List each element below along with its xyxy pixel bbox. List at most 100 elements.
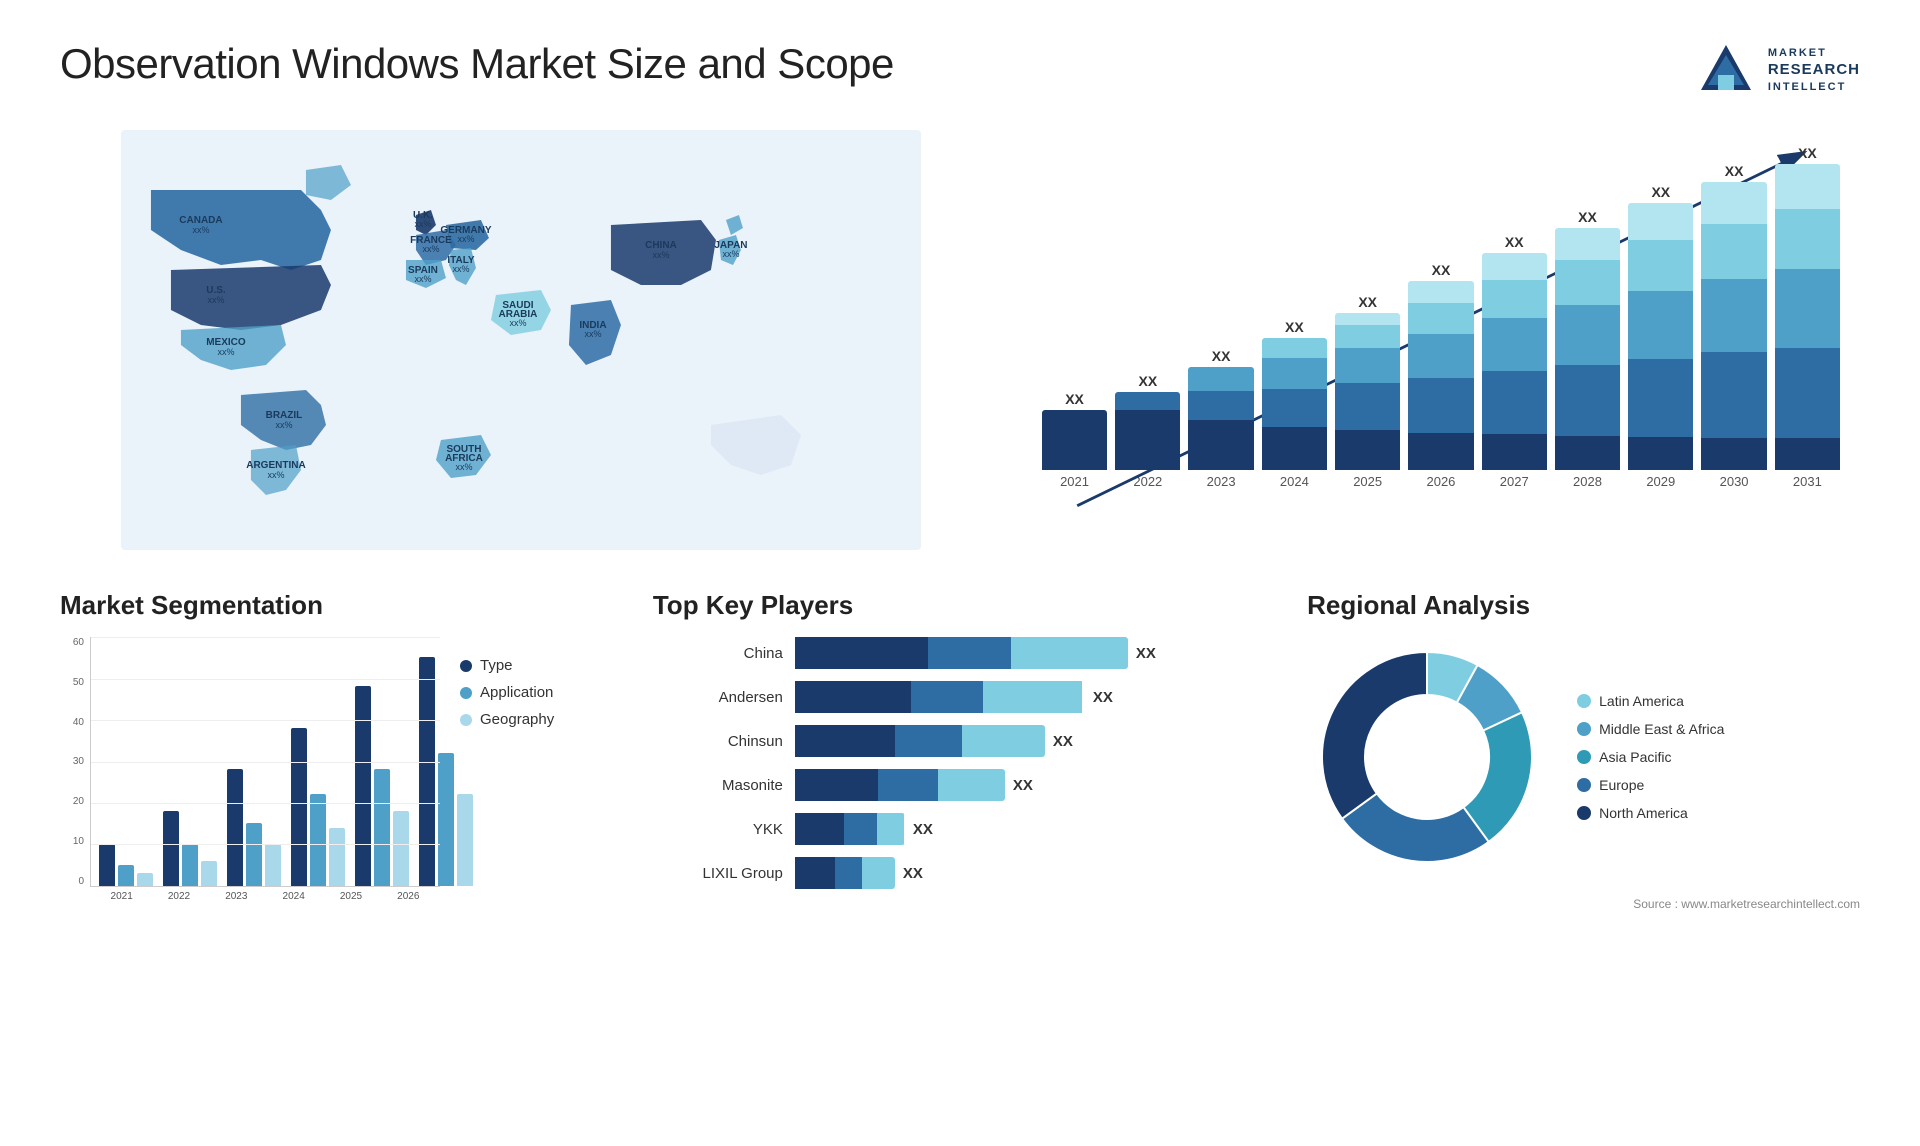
player-row: YKKXX — [653, 813, 1267, 845]
world-map: CANADA xx% U.S. xx% MEXICO xx% BRAZIL xx… — [60, 130, 982, 550]
player-bar-label: XX — [1136, 645, 1156, 662]
svg-text:xx%: xx% — [267, 470, 284, 480]
reg-legend-item: North America — [1577, 805, 1724, 821]
bar-top-label-2028: XX — [1578, 209, 1597, 225]
player-bar-segment — [962, 725, 1045, 757]
seg-legend-label: Application — [480, 684, 553, 701]
seg-legend-item: Geography — [460, 711, 554, 728]
seg-legend: Type Application Geography — [460, 657, 554, 728]
bar-segment — [1482, 280, 1547, 318]
seg-group-2021 — [99, 844, 153, 886]
bar-top-label-2022: XX — [1138, 373, 1157, 389]
bar-segment — [1555, 228, 1620, 260]
bar-stack-2024 — [1262, 338, 1327, 470]
regional-title: Regional Analysis — [1307, 590, 1860, 621]
player-bar-label: XX — [913, 821, 933, 838]
reg-legend-dot — [1577, 694, 1591, 708]
player-bar — [795, 857, 895, 889]
player-bar-segment — [895, 725, 963, 757]
seg-group-2023 — [227, 769, 281, 886]
bar-segment — [1628, 437, 1693, 470]
bar-segment — [1775, 209, 1840, 269]
bar-segment — [1775, 164, 1840, 209]
svg-text:xx%: xx% — [414, 219, 431, 229]
player-bar-segment — [795, 769, 878, 801]
bar-top-label-2023: XX — [1212, 348, 1231, 364]
bar-segment — [1628, 359, 1693, 437]
page-container: Observation Windows Market Size and Scop… — [0, 0, 1920, 1146]
svg-text:xx%: xx% — [414, 274, 431, 284]
bar-segment — [1482, 318, 1547, 371]
bar-x-label-2027: 2027 — [1482, 474, 1547, 489]
seg-legend-label: Type — [480, 657, 513, 674]
player-bar-segment — [1011, 637, 1128, 669]
player-bar-segment — [795, 681, 911, 713]
donut-chart — [1307, 637, 1547, 877]
logo-line3: INTELLECT — [1768, 80, 1860, 94]
svg-text:xx%: xx% — [652, 250, 669, 260]
reg-legend-label: Middle East & Africa — [1599, 721, 1724, 737]
bar-stack-2030 — [1701, 182, 1766, 470]
bar-segment — [1555, 305, 1620, 366]
bar-segment — [1701, 224, 1766, 279]
bar-x-label-2026: 2026 — [1408, 474, 1473, 489]
seg-bar — [291, 728, 307, 886]
seg-title: Market Segmentation — [60, 590, 613, 621]
bar-segment — [1115, 392, 1180, 410]
bar-segment — [1188, 420, 1253, 470]
bar-stack-2021 — [1042, 410, 1107, 470]
svg-text:xx%: xx% — [192, 225, 209, 235]
player-bar-segment — [862, 857, 895, 889]
seg-bar — [99, 844, 115, 886]
reg-legend-item: Asia Pacific — [1577, 749, 1724, 765]
bar-segment — [1262, 427, 1327, 470]
bar-segment — [1628, 203, 1693, 240]
seg-bar — [163, 811, 179, 886]
bar-group-2021: XX — [1042, 391, 1107, 470]
player-bar-segment — [795, 813, 845, 845]
player-row: ChinsunXX — [653, 725, 1267, 757]
bar-segment — [1262, 358, 1327, 388]
page-title: Observation Windows Market Size and Scop… — [60, 40, 894, 88]
bar-segment — [1408, 378, 1473, 433]
bar-stack-2026 — [1408, 281, 1473, 470]
player-name: LIXIL Group — [653, 865, 783, 882]
reg-legend-label: Latin America — [1599, 693, 1684, 709]
seg-bar — [265, 844, 281, 886]
seg-x-label-2026: 2026 — [385, 891, 432, 902]
reg-legend-label: Europe — [1599, 777, 1644, 793]
player-bar-wrap: XX — [795, 857, 1267, 889]
seg-bar — [393, 811, 409, 886]
seg-bar — [438, 753, 454, 886]
player-bar-segment — [844, 813, 877, 845]
bar-group-2024: XX — [1262, 319, 1327, 470]
bar-segment — [1482, 371, 1547, 434]
seg-group-2026 — [419, 657, 473, 886]
bar-segment — [1628, 240, 1693, 291]
bar-segment — [1701, 279, 1766, 351]
player-bar-segment — [878, 769, 938, 801]
bar-stack-2025 — [1335, 313, 1400, 470]
player-name: Andersen — [653, 689, 783, 706]
bar-segment — [1701, 182, 1766, 224]
bar-x-label-2031: 2031 — [1775, 474, 1840, 489]
seg-y-label-40: 40 — [73, 717, 84, 728]
players-title: Top Key Players — [653, 590, 1267, 621]
reg-legend-item: Europe — [1577, 777, 1724, 793]
logo-area: MARKET RESEARCH INTELLECT — [1696, 40, 1860, 100]
reg-legend-dot — [1577, 722, 1591, 736]
seg-bar — [137, 873, 153, 886]
bar-segment — [1408, 303, 1473, 334]
regional-legend: Latin America Middle East & Africa Asia Pa… — [1577, 693, 1724, 821]
seg-y-label-30: 30 — [73, 756, 84, 767]
logo-text: MARKET RESEARCH INTELLECT — [1768, 46, 1860, 94]
top-row: CANADA xx% U.S. xx% MEXICO xx% BRAZIL xx… — [60, 130, 1860, 550]
bar-top-label-2025: XX — [1358, 294, 1377, 310]
bar-stack-2028 — [1555, 228, 1620, 470]
player-row: AndersenXX — [653, 681, 1267, 713]
player-bar-segment — [795, 725, 895, 757]
bar-x-label-2021: 2021 — [1042, 474, 1107, 489]
player-bar — [795, 725, 1045, 757]
seg-bar — [182, 844, 198, 886]
bar-group-2029: XX — [1628, 184, 1693, 470]
